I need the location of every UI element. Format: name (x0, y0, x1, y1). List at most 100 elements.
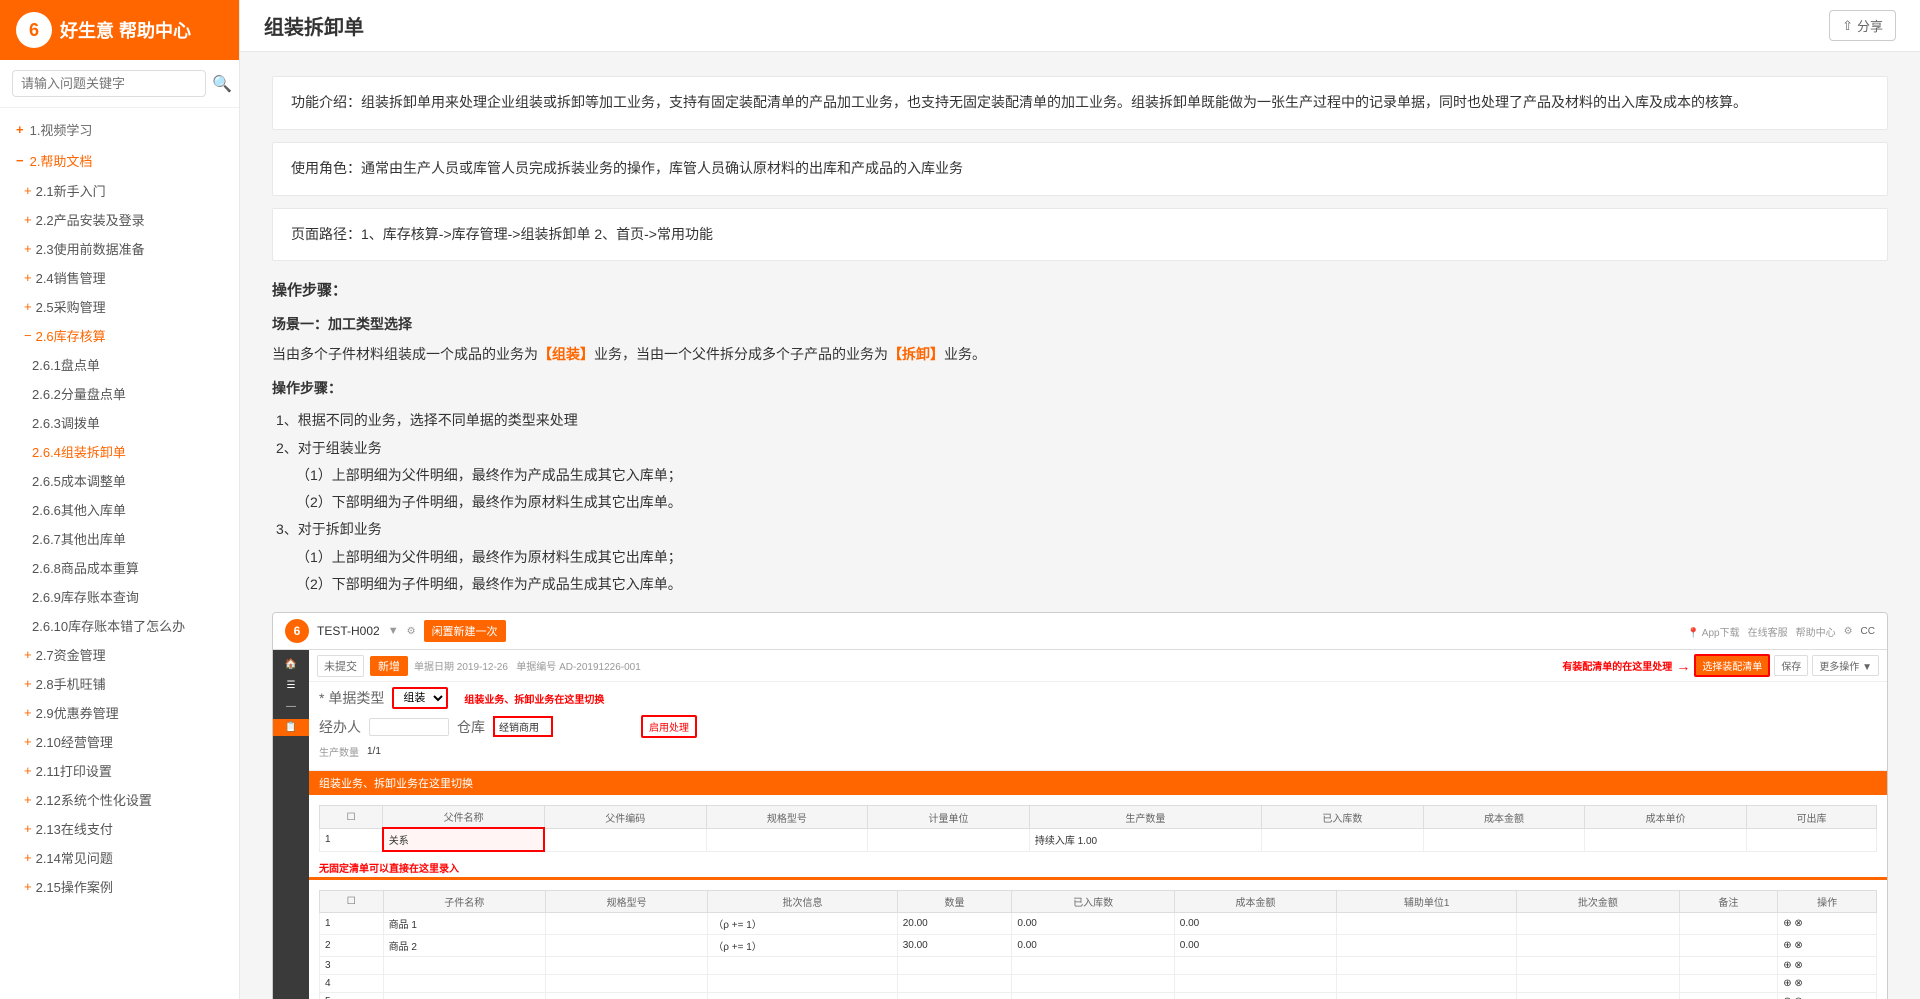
lrow1-ops: ⊕ ⊗ (1778, 913, 1877, 935)
lrow3-num: 3 (320, 957, 384, 975)
mock-unsubmit-tab[interactable]: 未提交 (317, 655, 364, 677)
mock-lower-table-area: ☐ 子件名称 规格型号 批次信息 数量 已入库数 成本金额 辅助单位1 批次金额 (309, 877, 1887, 999)
sidebar-item-23[interactable]: + 2.3使用前数据准备 (0, 234, 239, 263)
search-box: 🔍 (0, 60, 239, 108)
lrow1-spec (545, 913, 707, 935)
sidebar-item-26[interactable]: − 2.6库存核算 (0, 321, 239, 350)
sidebar-item-269[interactable]: 2.6.9库存账本查询 (0, 582, 239, 611)
label-22: 2.2产品安装及登录 (36, 210, 145, 229)
warehouse-label: 仓库 (457, 717, 485, 737)
col-cost-amt: 成本金额 (1423, 806, 1585, 829)
lcol-ops: 操作 (1778, 891, 1877, 913)
step3-substeps: （1）上部明细为父件明细，最终作为原材料生成其它出库单； （2）下部明细为子件明… (296, 546, 1888, 597)
sidebar-item-213[interactable]: + 2.13在线支付 (0, 814, 239, 843)
sidebar-item-28[interactable]: + 2.8手机旺铺 (0, 669, 239, 698)
sidebar-item-268[interactable]: 2.6.8商品成本重算 (0, 553, 239, 582)
lrow2-batch-amt (1517, 935, 1679, 957)
step2b: （2）下部明细为子件明细，最终作为原材料生成其它出库单。 (296, 491, 1888, 515)
scenario1-title: 场景一：加工类型选择 (272, 314, 1888, 334)
content-area: 功能介绍：组装拆卸单用来处理企业组装或拆卸等加工业务，支持有固定装配清单的产品加… (240, 52, 1920, 999)
sidebar-item-24[interactable]: + 2.4销售管理 (0, 263, 239, 292)
step2-substeps: （1）上部明细为父件明细，最终作为产成品生成其它入库单； （2）下部明细为子件明… (296, 464, 1888, 515)
mock-type-select[interactable]: 组装 拆卸 (392, 687, 448, 709)
sidebar-item-25[interactable]: + 2.5采购管理 (0, 292, 239, 321)
mock-tab-bar: 未提交 新增 单据日期 2019-12-26 单据编号 AD-20191226-… (309, 650, 1887, 682)
mock-enable-btn[interactable]: 启用处理 (641, 715, 697, 738)
sidebar-item-27[interactable]: + 2.7资金管理 (0, 640, 239, 669)
sidebar-item-29[interactable]: + 2.9优惠券管理 (0, 698, 239, 727)
share-button[interactable]: ⇧ 分享 (1829, 10, 1896, 41)
screenshot-mockup: 6 TEST-H002 ▼ ⚙ 闲置新建一次 📍 App下载 在线客服 帮助中心… (272, 612, 1888, 999)
sidebar-item-2610[interactable]: 2.6.10库存账本错了怎么办 (0, 611, 239, 640)
row1-in-qty (1262, 828, 1424, 851)
mock-new-tab[interactable]: 新增 (370, 656, 408, 676)
lcol-note: 备注 (1679, 891, 1778, 913)
mock-nav-list[interactable]: ☰ (284, 677, 299, 694)
step3a: （1）上部明细为父件明细，最终作为原材料生成其它出库单； (296, 546, 1888, 570)
sidebar-item-261[interactable]: 2.6.1盘点单 (0, 350, 239, 379)
sidebar-item-266[interactable]: 2.6.6其他入库单 (0, 495, 239, 524)
sidebar-item-211[interactable]: + 2.11打印设置 (0, 756, 239, 785)
lrow2-qty: 30.00 (897, 935, 1012, 957)
mock-form-row3: 生产数量 1/1 (319, 744, 1877, 759)
mock-form-row1: * 单据类型 组装 拆卸 组装业务、拆卸业务在这里切换 (319, 687, 1877, 709)
lower-row1: 1 商品 1 （ρ += 1） 20.00 0.00 0.00 (320, 913, 1877, 935)
label-265: 2.6.5成本调整单 (32, 474, 126, 489)
ops-steps-heading: 操作步骤： (272, 376, 1888, 401)
sidebar-item-docs[interactable]: − 2.帮助文档 (0, 145, 239, 176)
mock-left-nav: 🏠 ☰ — 📋 (273, 650, 309, 999)
lcol-aux: 辅助单位1 (1337, 891, 1517, 913)
label-25: 2.5采购管理 (36, 297, 106, 316)
mock-save-btn[interactable]: 保存 (1774, 655, 1808, 676)
col-check: ☐ (320, 806, 383, 829)
lrow1-name: 商品 1 (383, 913, 545, 935)
sidebar-item-21[interactable]: + 2.1新手入门 (0, 176, 239, 205)
lrow1-cost: 0.00 (1174, 913, 1336, 935)
qty-value: 1/1 (367, 746, 381, 757)
sidebar-item-22[interactable]: + 2.2产品安装及登录 (0, 205, 239, 234)
search-button[interactable]: 🔍 (212, 74, 232, 94)
sidebar-item-label: 1.视频学习 (30, 120, 93, 139)
plus-icon-22: + (24, 212, 32, 227)
label-213: 2.13在线支付 (36, 819, 113, 838)
main-area: 组装拆卸单 ⇧ 分享 功能介绍：组装拆卸单用来处理企业组装或拆卸等加工业务，支持… (240, 0, 1920, 999)
scenario1-desc: 当由多个子件材料组装成一个成品的业务为【组装】业务，当由一个父件拆分成多个子产品… (272, 342, 1888, 367)
sidebar-item-videos[interactable]: + 1.视频学习 (0, 114, 239, 145)
label-28: 2.8手机旺铺 (36, 674, 106, 693)
sidebar-item-267[interactable]: 2.6.7其他出库单 (0, 524, 239, 553)
plus-icon-23: + (24, 241, 32, 256)
mock-handler-input[interactable] (369, 718, 449, 736)
sidebar-item-212[interactable]: + 2.12系统个性化设置 (0, 785, 239, 814)
sidebar-item-263[interactable]: 2.6.3调拨单 (0, 408, 239, 437)
annotation1-label: 有装配清单的在这里处理 (1562, 658, 1672, 673)
sidebar-header: 6 好生意 帮助中心 (0, 0, 239, 60)
nav-list: + 1.视频学习 − 2.帮助文档 + 2.1新手入门 + 2.2产品安装及登录… (0, 108, 239, 999)
label-215: 2.15操作案例 (36, 877, 113, 896)
plus-icon-213: + (24, 821, 32, 836)
col-parent-code: 父件编码 (544, 806, 706, 829)
label-266: 2.6.6其他入库单 (32, 503, 126, 518)
mock-nav-home[interactable]: 🏠 (282, 656, 300, 673)
search-input[interactable] (12, 70, 206, 97)
mock-match-btn[interactable]: 选择装配清单 (1694, 654, 1770, 677)
mock-logo: 6 (285, 619, 309, 643)
lower-row4: 4 ⊕ ⊗ (320, 975, 1877, 993)
lrow2-ops: ⊕ ⊗ (1778, 935, 1877, 957)
sidebar-item-265[interactable]: 2.6.5成本调整单 (0, 466, 239, 495)
plus-icon-214: + (24, 850, 32, 865)
sidebar-item-210[interactable]: + 2.10经营管理 (0, 727, 239, 756)
label-212: 2.12系统个性化设置 (36, 790, 152, 809)
mock-warehouse-input[interactable]: 经销商用 (493, 716, 553, 737)
lrow1-aux (1337, 913, 1517, 935)
mock-more-btn[interactable]: 更多操作 ▼ (1812, 655, 1879, 676)
mock-new-doc-btn[interactable]: 闲置新建一次 (424, 620, 506, 642)
lcol-qty: 数量 (897, 891, 1012, 913)
sidebar-item-262[interactable]: 2.6.2分量盘点单 (0, 379, 239, 408)
sidebar-item-215[interactable]: + 2.15操作案例 (0, 872, 239, 901)
role-text: 使用角色：通常由生产人员或库管人员完成拆装业务的操作，库管人员确认原材料的出库和… (291, 160, 963, 176)
type-label: * 单据类型 (319, 688, 384, 708)
mock-nav-active[interactable]: 📋 (273, 719, 309, 736)
label-26: 2.6库存核算 (36, 326, 106, 345)
sidebar-item-264[interactable]: 2.6.4组装拆卸单 (0, 437, 239, 466)
sidebar-item-214[interactable]: + 2.14常见问题 (0, 843, 239, 872)
